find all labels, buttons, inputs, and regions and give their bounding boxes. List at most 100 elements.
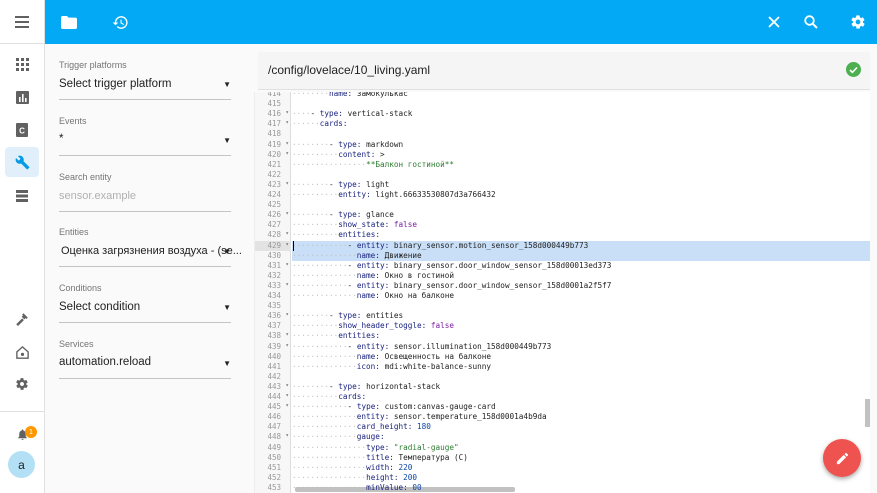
- code-line[interactable]: ············- entity: binary_sensor.door…: [292, 261, 870, 271]
- code-line[interactable]: ············- type: custom:canvas-gauge-…: [292, 402, 870, 412]
- storage-icon: [16, 190, 28, 202]
- fold-arrow-icon[interactable]: ▾: [285, 392, 289, 399]
- sidebar-item-settings[interactable]: [5, 369, 39, 399]
- code-line[interactable]: [292, 129, 870, 139]
- code-line[interactable]: ················**Балкон гостиной**: [292, 160, 870, 170]
- code-line[interactable]: ····- type: vertical-stack: [292, 109, 870, 119]
- fold-arrow-icon[interactable]: ▾: [285, 342, 289, 349]
- avatar[interactable]: a: [8, 451, 35, 478]
- code-line[interactable]: ··········show_state: false: [292, 220, 870, 230]
- code-line[interactable]: ··············card_height: 180: [292, 422, 870, 432]
- line-number: 445 ▾: [267, 402, 289, 412]
- code-line[interactable]: ················width: 220: [292, 463, 870, 473]
- line-gutter: 414 415 416 ▾ 417 ▾ 418 419 ▾ 420 ▾ 421 422 423 ▾ 424 42…: [255, 92, 291, 493]
- code-editor[interactable]: 414 415 416 ▾ 417 ▾ 418 419 ▾ 420 ▾ 421 422 423 ▾ 424 42…: [254, 92, 870, 493]
- sidebar-item-hacs[interactable]: [5, 337, 39, 367]
- code-line[interactable]: ··············name: Освещенность на балк…: [292, 352, 870, 362]
- sidebar-item-configurator[interactable]: [5, 147, 39, 177]
- settings-button[interactable]: [846, 10, 870, 34]
- code-line[interactable]: ··········entities:: [292, 230, 870, 240]
- close-button[interactable]: [762, 10, 786, 34]
- code-line[interactable]: [292, 200, 870, 210]
- fold-arrow-icon[interactable]: ▾: [285, 180, 289, 187]
- menu-icon: [15, 15, 29, 28]
- code-line[interactable]: ··············name: Окно на балконе: [292, 291, 870, 301]
- fold-arrow-icon[interactable]: ▾: [285, 140, 289, 147]
- code-line[interactable]: ················height: 200: [292, 473, 870, 483]
- menu-button[interactable]: [0, 0, 44, 44]
- line-number: 448 ▾: [267, 432, 289, 442]
- fold-arrow-icon[interactable]: ▾: [285, 331, 289, 338]
- trigger-platform-select[interactable]: Trigger platforms Select trigger platfor…: [59, 60, 231, 100]
- fold-arrow-icon[interactable]: ▾: [285, 230, 289, 237]
- sidebar-item-developer-tools[interactable]: [5, 304, 39, 334]
- wrench-icon: [15, 155, 29, 169]
- fold-arrow-icon[interactable]: ▾: [285, 432, 289, 439]
- code-line[interactable]: ········name: замокулькас: [292, 92, 870, 99]
- fold-arrow-icon[interactable]: ▾: [285, 109, 289, 116]
- code-line[interactable]: ··············entity: sensor.temperature…: [292, 412, 870, 422]
- chevron-down-icon: ▼: [223, 136, 231, 145]
- fold-arrow-icon[interactable]: ▾: [285, 150, 289, 157]
- code-line[interactable]: ········- type: glance: [292, 210, 870, 220]
- fold-arrow-icon[interactable]: ▾: [285, 281, 289, 288]
- entities-select[interactable]: Entities Оценка загрязнения воздуха - (s…: [59, 227, 242, 267]
- code-line[interactable]: ········- type: markdown: [292, 140, 870, 150]
- code-line[interactable]: ········- type: entities: [292, 311, 870, 321]
- code-line[interactable]: ··········content: >: [292, 150, 870, 160]
- line-number: 433 ▾: [267, 280, 289, 290]
- fold-arrow-icon[interactable]: ▾: [285, 210, 289, 217]
- edit-button[interactable]: [823, 439, 861, 477]
- fold-arrow-icon[interactable]: ▾: [285, 402, 289, 409]
- code-line[interactable]: ········- type: horizontal-stack: [292, 382, 870, 392]
- services-select[interactable]: Services automation.reload ▼: [59, 339, 231, 379]
- code-line[interactable]: ················type: "radial-gauge": [292, 443, 870, 453]
- history-button[interactable]: [108, 10, 132, 34]
- code-line[interactable]: ··············icon: mdi:white-balance-su…: [292, 362, 870, 372]
- code-line[interactable]: [292, 372, 870, 382]
- hammer-icon: [15, 312, 28, 326]
- search-entity-input[interactable]: Search entity sensor.example: [59, 172, 231, 212]
- code-line[interactable]: ··············gauge:: [292, 432, 870, 442]
- sidebar-item-overview[interactable]: [5, 49, 39, 79]
- code-line[interactable]: ················title: Температура (C): [292, 453, 870, 463]
- app-header: [45, 0, 877, 44]
- code-line[interactable]: ············- entity: binary_sensor.door…: [292, 281, 870, 291]
- field-label: Events: [59, 116, 87, 126]
- code-line[interactable]: ················minValue: 00: [292, 483, 870, 493]
- code-line[interactable]: ··········entities:: [292, 331, 870, 341]
- file-path[interactable]: /config/lovelace/10_living.yaml: [268, 63, 430, 77]
- fold-arrow-icon[interactable]: ▾: [285, 382, 289, 389]
- fold-arrow-icon[interactable]: ▾: [285, 311, 289, 318]
- service-panel: Trigger platforms Select trigger platfor…: [45, 44, 248, 493]
- code-line[interactable]: ··········entity: light.66633530807d3a76…: [292, 190, 870, 200]
- code-line[interactable]: [292, 170, 870, 180]
- fold-arrow-icon[interactable]: ▾: [285, 261, 289, 268]
- close-icon: [768, 16, 780, 28]
- code-line[interactable]: [292, 99, 870, 109]
- chevron-down-icon: ▼: [223, 303, 231, 312]
- code-line[interactable]: ········- type: light: [292, 180, 870, 190]
- line-number: 429 ▾: [255, 240, 291, 251]
- code-line[interactable]: ··············name: Окно в гостиной: [292, 271, 870, 281]
- conditions-select[interactable]: Conditions Select condition ▼: [59, 283, 231, 323]
- code-line[interactable]: ············- entity: binary_sensor.moti…: [292, 240, 870, 251]
- code-line[interactable]: ············- entity: sensor.illuminatio…: [292, 342, 870, 352]
- line-number: 439 ▾: [267, 341, 289, 351]
- sidebar-item-storage[interactable]: [5, 181, 39, 211]
- field-label: Entities: [59, 227, 89, 237]
- code-line[interactable]: ······cards:: [292, 119, 870, 129]
- events-select[interactable]: Events * ▼: [59, 116, 231, 156]
- code-line[interactable]: [292, 301, 870, 311]
- sidebar-item-logbook[interactable]: C: [5, 115, 39, 145]
- code-line[interactable]: ··············name: Движение: [292, 250, 870, 261]
- field-placeholder: sensor.example: [59, 190, 137, 202]
- code-line[interactable]: ··········show_header_toggle: false: [292, 321, 870, 331]
- folder-button[interactable]: [57, 10, 81, 34]
- search-button[interactable]: [799, 10, 823, 34]
- line-number: 417 ▾: [267, 119, 289, 129]
- fold-arrow-icon[interactable]: ▾: [285, 241, 289, 248]
- code-line[interactable]: ··········cards:: [292, 392, 870, 402]
- fold-arrow-icon[interactable]: ▾: [285, 119, 289, 126]
- sidebar-item-history[interactable]: [5, 82, 39, 112]
